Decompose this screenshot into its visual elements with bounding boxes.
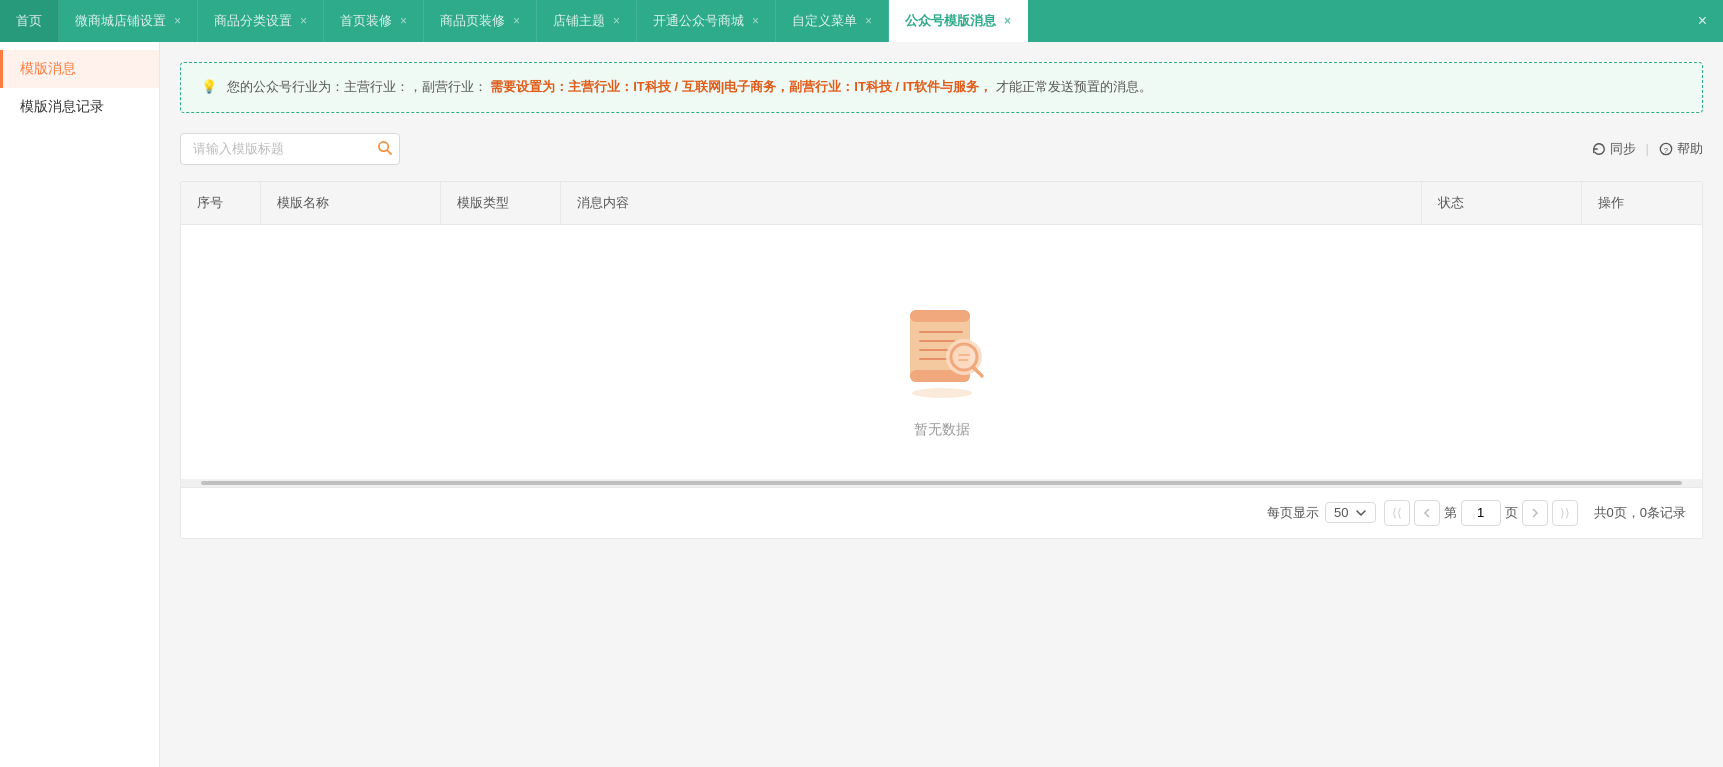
col-header-status: 状态 <box>1422 182 1582 224</box>
nav-tab-close-3[interactable]: × <box>400 14 407 28</box>
global-close-button[interactable]: × <box>1698 12 1707 30</box>
svg-text:?: ? <box>1664 145 1669 154</box>
page-controls: ⟨⟨ 第 页 ⟩⟩ <box>1384 500 1578 526</box>
notice-icon: 💡 <box>201 79 217 94</box>
svg-point-4 <box>912 388 972 398</box>
search-input-wrap <box>180 133 400 165</box>
next-page-button[interactable] <box>1522 500 1548 526</box>
search-bar: 同步 | ? 帮助 <box>180 133 1703 165</box>
svg-line-1 <box>387 150 391 154</box>
help-button[interactable]: ? 帮助 <box>1659 140 1703 158</box>
notice-text2: 才能正常发送预置的消息。 <box>996 79 1152 94</box>
top-nav: 首页微商城店铺设置×商品分类设置×首页装修×商品页装修×店铺主题×开通公众号商城… <box>0 0 1723 42</box>
empty-illustration <box>882 285 1002 405</box>
page-number-input[interactable] <box>1461 500 1501 526</box>
nav-tab-1[interactable]: 微商城店铺设置× <box>59 0 198 42</box>
nav-tab-close-8[interactable]: × <box>1004 14 1011 28</box>
col-header-name: 模版名称 <box>261 182 441 224</box>
page-label1: 第 <box>1444 504 1457 522</box>
sidebar: 模版消息模版消息记录 <box>0 42 160 767</box>
col-header-action: 操作 <box>1582 182 1702 224</box>
nav-tab-close-7[interactable]: × <box>865 14 872 28</box>
content-area: 💡 您的公众号行业为：主营行业：，副营行业： 需要设置为：主营行业：IT科技 /… <box>160 42 1723 767</box>
nav-tab-6[interactable]: 开通公众号商城× <box>637 0 776 42</box>
nav-tab-8[interactable]: 公众号模版消息× <box>889 0 1028 42</box>
search-right: 同步 | ? 帮助 <box>1592 140 1703 158</box>
col-header-index: 序号 <box>181 182 261 224</box>
page-size-value: 50 <box>1334 505 1348 520</box>
nav-tab-close-4[interactable]: × <box>513 14 520 28</box>
nav-tab-3[interactable]: 首页装修× <box>324 0 424 42</box>
total-info: 共0页，0条记录 <box>1594 504 1686 522</box>
empty-state: 暂无数据 <box>181 225 1702 479</box>
nav-tab-close-6[interactable]: × <box>752 14 759 28</box>
col-header-content: 消息内容 <box>561 182 1422 224</box>
nav-tab-0[interactable]: 首页 <box>0 0 59 42</box>
sidebar-item-0[interactable]: 模版消息 <box>0 50 159 88</box>
per-page-select: 每页显示 50 <box>1267 502 1375 523</box>
page-size-selector[interactable]: 50 <box>1325 502 1375 523</box>
search-input[interactable] <box>180 133 400 165</box>
prev-page-button[interactable] <box>1414 500 1440 526</box>
nav-tab-close-2[interactable]: × <box>300 14 307 28</box>
table-header: 序号 模版名称 模版类型 消息内容 状态 操作 <box>181 182 1702 225</box>
sidebar-item-1[interactable]: 模版消息记录 <box>0 88 159 126</box>
nav-tab-5[interactable]: 店铺主题× <box>537 0 637 42</box>
pagination: 每页显示 50 ⟨⟨ 第 页 <box>181 487 1702 538</box>
search-left <box>180 133 400 165</box>
page-label2: 页 <box>1505 504 1518 522</box>
notice-text1: 您的公众号行业为：主营行业：，副营行业： <box>227 79 487 94</box>
notice-banner: 💡 您的公众号行业为：主营行业：，副营行业： 需要设置为：主营行业：IT科技 /… <box>180 62 1703 113</box>
table-scrollbar[interactable] <box>181 479 1702 487</box>
divider: | <box>1646 141 1649 156</box>
empty-text: 暂无数据 <box>914 421 970 439</box>
nav-tab-2[interactable]: 商品分类设置× <box>198 0 324 42</box>
sync-label: 同步 <box>1610 140 1636 158</box>
svg-rect-6 <box>910 310 970 322</box>
last-page-button[interactable]: ⟩⟩ <box>1552 500 1578 526</box>
per-page-label: 每页显示 <box>1267 504 1319 522</box>
first-page-button[interactable]: ⟨⟨ <box>1384 500 1410 526</box>
search-button[interactable] <box>377 140 392 158</box>
nav-tab-close-5[interactable]: × <box>613 14 620 28</box>
nav-tab-close-1[interactable]: × <box>174 14 181 28</box>
scrollbar-thumb[interactable] <box>201 481 1682 485</box>
main-layout: 模版消息模版消息记录 💡 您的公众号行业为：主营行业：，副营行业： 需要设置为：… <box>0 42 1723 767</box>
help-label: 帮助 <box>1677 140 1703 158</box>
notice-highlight: 需要设置为：主营行业：IT科技 / 互联网|电子商务，副营行业：IT科技 / I… <box>490 79 992 94</box>
data-table: 序号 模版名称 模版类型 消息内容 状态 操作 <box>180 181 1703 539</box>
nav-tab-4[interactable]: 商品页装修× <box>424 0 537 42</box>
sync-button[interactable]: 同步 <box>1592 140 1636 158</box>
col-header-type: 模版类型 <box>441 182 561 224</box>
nav-tab-7[interactable]: 自定义菜单× <box>776 0 889 42</box>
